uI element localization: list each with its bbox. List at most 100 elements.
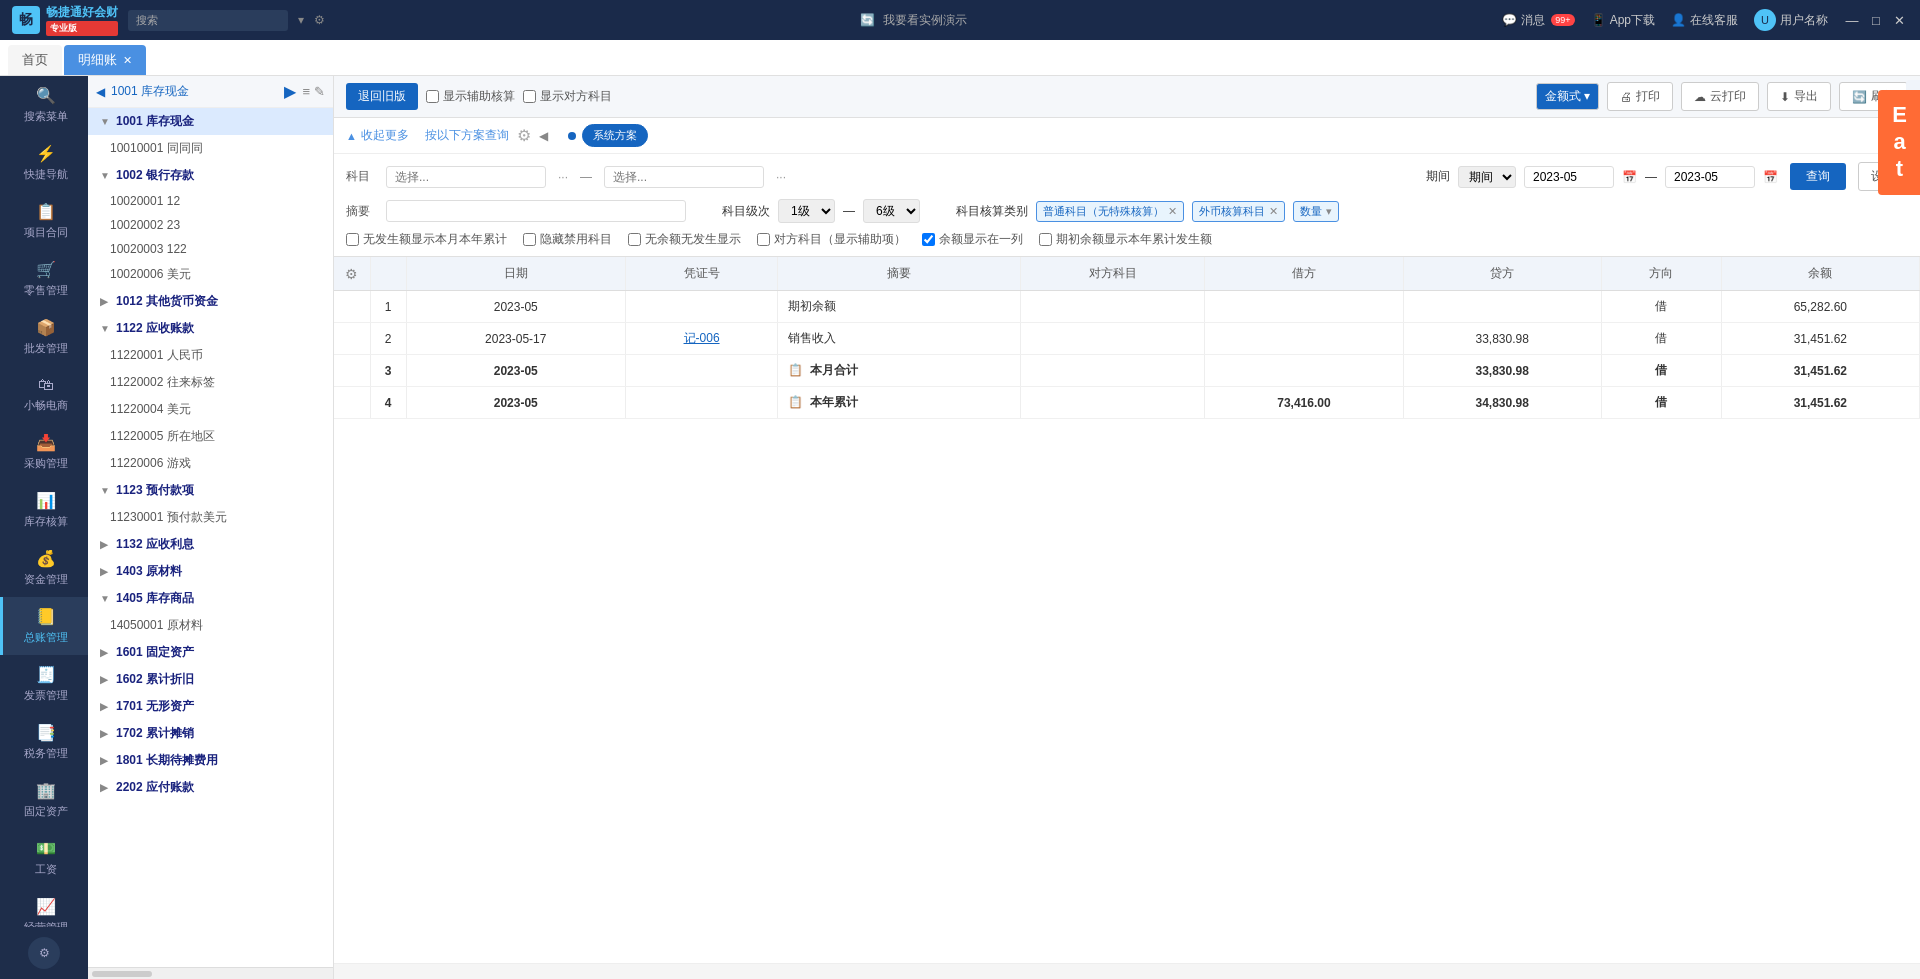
sidebar-item-quicknav[interactable]: ⚡ 快捷导航 xyxy=(0,134,88,192)
tree-item-1702[interactable]: ▶ 1702 累计摊销 xyxy=(88,720,333,747)
scheme-settings-icon[interactable]: ⚙ xyxy=(517,126,531,145)
print-btn[interactable]: 🖨 打印 xyxy=(1607,82,1673,111)
system-scheme-btn[interactable]: 系统方案 xyxy=(582,124,648,147)
filter-tag-1-close[interactable]: ✕ xyxy=(1168,205,1177,218)
user-btn[interactable]: U 用户名称 xyxy=(1754,9,1828,31)
sidebar-item-inventory[interactable]: 📊 库存核算 xyxy=(0,481,88,539)
tab-detail[interactable]: 明细账 ✕ xyxy=(64,45,146,75)
tree-toggle-2202[interactable]: ▶ xyxy=(100,782,112,793)
filter-tag-2-close[interactable]: ✕ xyxy=(1269,205,1278,218)
topbar-settings[interactable]: ⚙ xyxy=(314,13,325,27)
tab-close-icon[interactable]: ✕ xyxy=(123,54,132,67)
sidebar-item-mgmt[interactable]: 📈 经营管理 xyxy=(0,887,88,927)
chk-balance-one-col[interactable]: 余额显示在一列 xyxy=(922,231,1023,248)
sidebar-item-tax[interactable]: 📑 税务管理 xyxy=(0,713,88,771)
tree-item-1012[interactable]: ▶ 1012 其他货币资金 xyxy=(88,288,333,315)
topbar-dropdown[interactable]: ▾ xyxy=(298,13,304,27)
voucher-link-2[interactable]: 记-006 xyxy=(684,331,720,345)
show-auxiliary-input[interactable] xyxy=(426,90,439,103)
tree-toggle-1001[interactable]: ▼ xyxy=(100,116,112,127)
tree-item-1601[interactable]: ▶ 1601 固定资产 xyxy=(88,639,333,666)
tree-item-1602[interactable]: ▶ 1602 累计折旧 xyxy=(88,666,333,693)
tree-toggle-1122[interactable]: ▼ xyxy=(100,323,112,334)
tree-item-1405[interactable]: ▼ 1405 库存商品 xyxy=(88,585,333,612)
sidebar-item-salary[interactable]: 💵 工资 xyxy=(0,829,88,887)
tree-item-1132[interactable]: ▶ 1132 应收利息 xyxy=(88,531,333,558)
tree-hscroll[interactable] xyxy=(88,967,333,979)
tree-toggle-1123[interactable]: ▼ xyxy=(100,485,112,496)
sidebar-gear-btn[interactable]: ⚙ xyxy=(28,937,60,969)
tree-item-11220002[interactable]: 11220002 往来标签 xyxy=(88,369,333,396)
show-opposite-check[interactable]: 显示对方科目 xyxy=(523,88,612,105)
tab-home[interactable]: 首页 xyxy=(8,45,62,75)
collapse-btn[interactable]: ▲ 收起更多 xyxy=(346,127,409,144)
eat-label[interactable]: Eat xyxy=(1878,90,1920,195)
level-to-select[interactable]: 6级 xyxy=(863,199,920,223)
calendar-from-icon[interactable]: 📅 xyxy=(1622,170,1637,184)
chk-no-amount-input[interactable] xyxy=(346,233,359,246)
tree-item-1123[interactable]: ▼ 1123 预付款项 xyxy=(88,477,333,504)
tree-toggle-1132[interactable]: ▶ xyxy=(100,539,112,550)
tree-item-10020001[interactable]: 10020001 12 xyxy=(88,189,333,213)
sidebar-item-wholesale[interactable]: 📦 批发管理 xyxy=(0,308,88,366)
maximize-btn[interactable]: □ xyxy=(1868,12,1884,28)
tree-item-11220006[interactable]: 11220006 游戏 xyxy=(88,450,333,477)
chk-opposite-input[interactable] xyxy=(757,233,770,246)
subject-from-input[interactable] xyxy=(386,166,546,188)
subject-to-input[interactable] xyxy=(604,166,764,188)
tree-item-1002[interactable]: ▼ 1002 银行存款 xyxy=(88,162,333,189)
export-btn[interactable]: ⬇ 导出 xyxy=(1767,82,1831,111)
tree-item-1801[interactable]: ▶ 1801 长期待摊费用 xyxy=(88,747,333,774)
calendar-to-icon[interactable]: 📅 xyxy=(1763,170,1778,184)
format-btn[interactable]: 金额式 ▾ xyxy=(1536,83,1599,110)
tree-list-icon[interactable]: ≡ xyxy=(302,84,310,99)
summary-input[interactable] xyxy=(386,200,686,222)
show-opposite-input[interactable] xyxy=(523,90,536,103)
chk-no-balance-input[interactable] xyxy=(628,233,641,246)
tree-item-1403[interactable]: ▶ 1403 原材料 xyxy=(88,558,333,585)
chk-opposite[interactable]: 对方科目（显示辅助项） xyxy=(757,231,906,248)
tree-item-2202[interactable]: ▶ 2202 应付账款 xyxy=(88,774,333,801)
sidebar-item-ecommerce[interactable]: 🛍 小畅电商 xyxy=(0,366,88,423)
minimize-btn[interactable]: — xyxy=(1844,12,1860,28)
tree-toggle-1002[interactable]: ▼ xyxy=(100,170,112,181)
sidebar-item-search[interactable]: 🔍 搜索菜单 xyxy=(0,76,88,134)
search-box-topbar[interactable]: 搜索 xyxy=(128,10,288,31)
tree-item-10020006[interactable]: 10020006 美元 xyxy=(88,261,333,288)
cloud-print-btn[interactable]: ☁ 云打印 xyxy=(1681,82,1759,111)
message-btn[interactable]: 💬 消息 99+ xyxy=(1502,12,1574,29)
chk-opening[interactable]: 期初余额显示本年累计发生额 xyxy=(1039,231,1212,248)
tree-item-10020003[interactable]: 10020003 122 xyxy=(88,237,333,261)
tree-toggle-1601[interactable]: ▶ xyxy=(100,647,112,658)
sidebar-item-retail[interactable]: 🛒 零售管理 xyxy=(0,250,88,308)
show-auxiliary-check[interactable]: 显示辅助核算 xyxy=(426,88,515,105)
table-gear-icon[interactable]: ⚙ xyxy=(345,266,358,282)
tree-item-11230001[interactable]: 11230001 预付款美元 xyxy=(88,504,333,531)
tree-hscroll-thumb[interactable] xyxy=(92,971,152,977)
chk-hide-disabled-input[interactable] xyxy=(523,233,536,246)
period-to-input[interactable] xyxy=(1665,166,1755,188)
app-download-btn[interactable]: 📱 App下载 xyxy=(1591,12,1655,29)
tree-item-11220004[interactable]: 11220004 美元 xyxy=(88,396,333,423)
sidebar-item-ledger[interactable]: 📒 总账管理 xyxy=(0,597,88,655)
tree-forward-icon[interactable]: ▶ xyxy=(284,82,296,101)
tree-toggle-1702[interactable]: ▶ xyxy=(100,728,112,739)
sidebar-item-invoice[interactable]: 🧾 发票管理 xyxy=(0,655,88,713)
tree-item-14050001[interactable]: 14050001 原材料 xyxy=(88,612,333,639)
chk-balance-one-col-input[interactable] xyxy=(922,233,935,246)
chk-no-amount[interactable]: 无发生额显示本月本年累计 xyxy=(346,231,507,248)
tree-toggle-1403[interactable]: ▶ xyxy=(100,566,112,577)
tree-toggle-1405[interactable]: ▼ xyxy=(100,593,112,604)
demo-link[interactable]: 我要看实例演示 xyxy=(883,12,967,29)
period-from-input[interactable] xyxy=(1524,166,1614,188)
chk-hide-disabled[interactable]: 隐藏禁用科目 xyxy=(523,231,612,248)
tree-item-10020002[interactable]: 10020002 23 xyxy=(88,213,333,237)
chk-opening-input[interactable] xyxy=(1039,233,1052,246)
tree-toggle-1701[interactable]: ▶ xyxy=(100,701,112,712)
tree-edit-icon[interactable]: ✎ xyxy=(314,84,325,99)
tree-item-10010001[interactable]: 10010001 同同同 xyxy=(88,135,333,162)
tree-back-icon[interactable]: ◀ xyxy=(96,85,105,99)
tree-item-1122[interactable]: ▼ 1122 应收账款 xyxy=(88,315,333,342)
period-from-select[interactable]: 期间 xyxy=(1458,166,1516,188)
tree-item-11220005[interactable]: 11220005 所在地区 xyxy=(88,423,333,450)
